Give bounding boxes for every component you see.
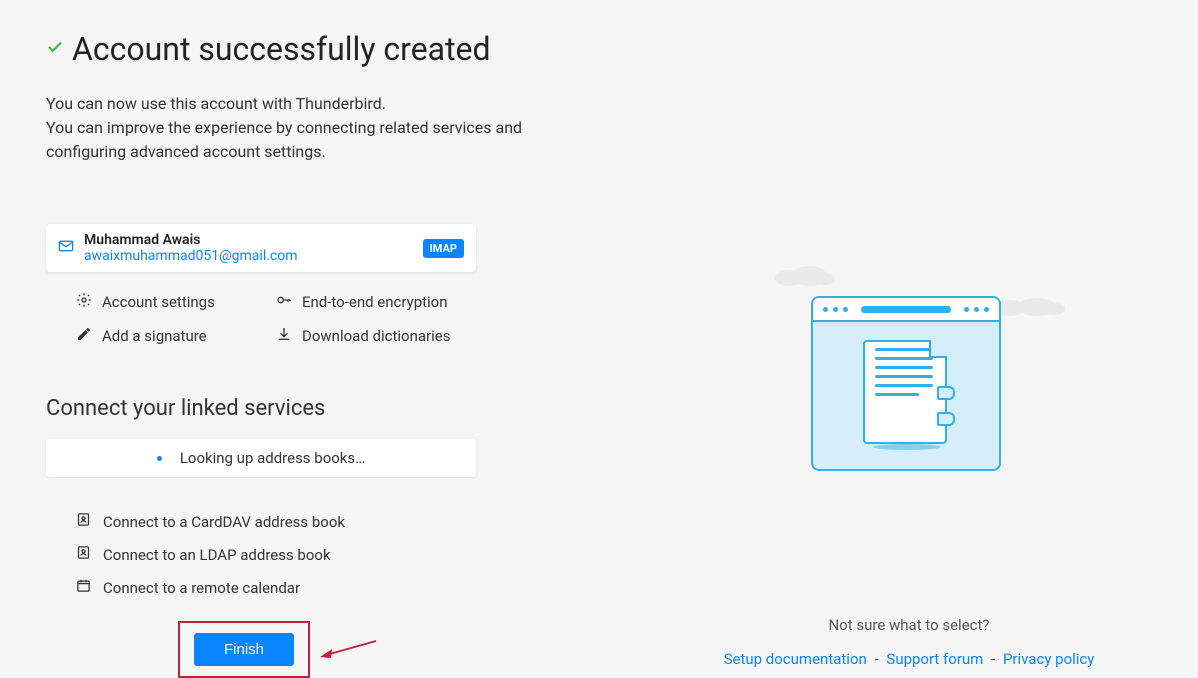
highlight-annotation: Finish [178, 621, 310, 678]
setup-documentation-link[interactable]: Setup documentation [724, 650, 867, 668]
account-card: Muhammad Awais awaixmuhammad051@gmail.co… [46, 224, 476, 272]
account-settings-link[interactable]: Account settings [76, 292, 256, 312]
connect-ldap-label: Connect to an LDAP address book [103, 546, 331, 564]
description: You can now use this account with Thunde… [46, 92, 586, 164]
help-prompt: Not sure what to select? [724, 616, 1095, 634]
linked-services-heading: Connect your linked services [46, 396, 586, 421]
dictionaries-label: Download dictionaries [302, 327, 450, 345]
support-forum-link[interactable]: Support forum [886, 650, 983, 668]
check-icon [46, 38, 64, 60]
key-icon [276, 292, 292, 312]
gear-icon [76, 292, 92, 312]
privacy-policy-link[interactable]: Privacy policy [1003, 650, 1094, 668]
description-line-2: You can improve the experience by connec… [46, 116, 586, 164]
connect-calendar-label: Connect to a remote calendar [103, 579, 300, 597]
page-title: Account successfully created [72, 30, 491, 68]
loading-text: Looking up address books… [180, 449, 365, 467]
dictionaries-link[interactable]: Download dictionaries [276, 326, 496, 346]
download-icon [276, 326, 292, 346]
separator: - [875, 650, 879, 668]
encryption-link[interactable]: End-to-end encryption [276, 292, 496, 312]
mail-icon [58, 238, 74, 258]
address-book-icon [76, 512, 91, 531]
connect-carddav-link[interactable]: Connect to a CardDAV address book [76, 512, 586, 531]
protocol-badge: IMAP [423, 239, 464, 258]
finish-button[interactable]: Finish [194, 633, 294, 666]
pencil-icon [76, 326, 92, 346]
account-name: Muhammad Awais [84, 232, 298, 248]
calendar-icon [76, 578, 91, 597]
connect-carddav-label: Connect to a CardDAV address book [103, 513, 345, 531]
signature-link[interactable]: Add a signature [76, 326, 256, 346]
address-book-icon [76, 545, 91, 564]
separator: - [991, 650, 995, 668]
account-settings-label: Account settings [102, 293, 215, 311]
description-line-1: You can now use this account with Thunde… [46, 92, 586, 116]
spinner-icon [157, 456, 162, 461]
connect-calendar-link[interactable]: Connect to a remote calendar [76, 578, 586, 597]
loading-status: Looking up address books… [46, 439, 476, 477]
page-header: Account successfully created [46, 30, 586, 68]
signature-label: Add a signature [102, 327, 207, 345]
arrow-annotation-icon [318, 639, 378, 665]
account-email: awaixmuhammad051@gmail.com [84, 248, 298, 264]
encryption-label: End-to-end encryption [302, 293, 448, 311]
illustration [739, 256, 1079, 526]
connect-ldap-link[interactable]: Connect to an LDAP address book [76, 545, 586, 564]
